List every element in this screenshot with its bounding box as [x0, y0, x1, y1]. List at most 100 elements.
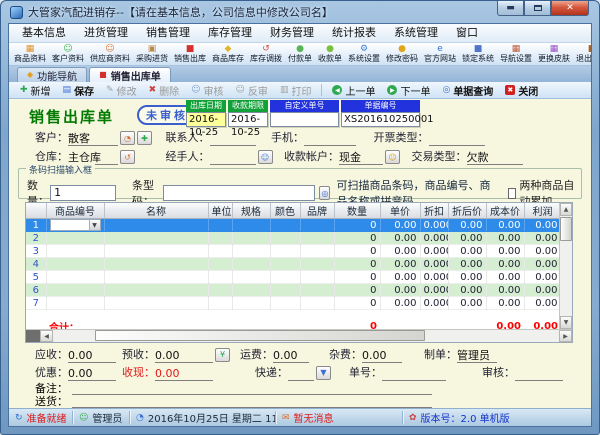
remark-input[interactable] [72, 383, 432, 395]
grid-cell[interactable]: 0.00 [486, 257, 525, 271]
close-button[interactable]: ✕ [551, 1, 589, 16]
toolbar-button[interactable]: ☺ 客户资料 [49, 43, 87, 65]
grid-cell[interactable] [104, 218, 209, 232]
grid-cell[interactable]: 0.00 [448, 218, 487, 232]
grid-cell[interactable] [46, 283, 105, 297]
grid-cell[interactable] [208, 218, 233, 232]
grid-cell[interactable]: ▼ [46, 218, 105, 232]
grid-cell[interactable]: 3 [26, 244, 47, 258]
customer-input[interactable]: 散客 [68, 131, 118, 146]
menu-item[interactable]: 财务管理 [261, 24, 323, 42]
scroll-right-icon[interactable]: ▶ [559, 330, 572, 342]
toolbar-button[interactable]: ◧退出系统 [573, 43, 591, 65]
grid-cell[interactable] [104, 283, 209, 297]
toolbar-button[interactable]: ▦ 更换皮肤 [535, 43, 573, 65]
grid-cell[interactable]: 0.00 [524, 257, 562, 271]
grid-header-cell[interactable]: 单位 [208, 203, 233, 219]
grid-cell[interactable]: 0.000 [420, 231, 449, 245]
doc-toolbar-button[interactable]: ▶ 下一单 [381, 83, 436, 98]
grid-cell[interactable] [46, 231, 105, 245]
hscroll-thumb[interactable] [95, 330, 425, 341]
doc-toolbar-button[interactable]: ✚ 新增 [14, 83, 57, 98]
grid-cell[interactable]: 0.00 [448, 244, 487, 258]
grid-cell[interactable] [270, 218, 301, 232]
grid-cell[interactable] [104, 231, 209, 245]
grid-cell[interactable]: 1 [26, 218, 47, 232]
grid-cell[interactable]: 0.00 [380, 270, 421, 284]
grid-cell[interactable] [270, 283, 301, 297]
grid-cell[interactable]: 0.00 [486, 270, 525, 284]
grid-cell[interactable] [232, 257, 271, 271]
toolbar-button[interactable]: ● 修改密码 [383, 43, 421, 65]
grid-cell[interactable]: 0.00 [524, 296, 562, 310]
table-row[interactable]: 500.000.0000.000.000.00 [26, 270, 562, 284]
grid-header-cell[interactable]: 商品编号 [46, 203, 105, 219]
grid-cell[interactable]: 0.00 [486, 296, 525, 310]
grid-cell[interactable]: 0.00 [448, 270, 487, 284]
grid-cell[interactable]: 0.000 [420, 296, 449, 310]
menu-item[interactable]: 基本信息 [13, 24, 75, 42]
summary-field-input[interactable] [515, 366, 563, 381]
doc-toolbar-button[interactable]: ▥ 打印 [274, 83, 318, 98]
toolbar-button[interactable]: ☺ 供应商资料 [87, 43, 133, 65]
header-field-input[interactable] [270, 112, 339, 127]
grid-cell[interactable]: 0.000 [420, 218, 449, 232]
grid-header-cell[interactable]: 利润 [524, 203, 562, 219]
grid-header-cell[interactable]: 名称 [104, 203, 209, 219]
product-code-combo[interactable]: ▼ [49, 219, 101, 231]
grid-cell[interactable] [208, 257, 233, 271]
grid-cell[interactable] [46, 257, 105, 271]
maximize-button[interactable] [524, 1, 551, 16]
grid-cell[interactable]: 0.00 [524, 231, 562, 245]
grid-cell[interactable] [270, 257, 301, 271]
grid-cell[interactable] [46, 244, 105, 258]
trade-type-input[interactable]: 欠款 [466, 150, 523, 165]
grid-cell[interactable]: 0.00 [524, 244, 562, 258]
qty-input[interactable]: 1 [50, 185, 116, 201]
barcode-input[interactable] [162, 185, 316, 201]
grid-cell[interactable] [300, 270, 335, 284]
grid-cell[interactable] [208, 231, 233, 245]
summary-field-input[interactable]: 0.00 [273, 348, 309, 363]
grid-cell[interactable]: 0.00 [448, 283, 487, 297]
grid-cell[interactable] [300, 218, 335, 232]
grid-cell[interactable]: 7 [26, 296, 47, 310]
table-row[interactable]: 400.000.0000.000.000.00 [26, 257, 562, 271]
grid-cell[interactable] [300, 257, 335, 271]
toolbar-button[interactable]: ● 付款单 [285, 43, 315, 65]
grid-cell[interactable]: 0.00 [486, 244, 525, 258]
grid-header-cell[interactable]: 颜色 [270, 203, 301, 219]
toolbar-button[interactable]: ■ 销售出库 [171, 43, 209, 65]
toolbar-button[interactable]: ▦ 导航设置 [497, 43, 535, 65]
header-field-input[interactable]: XS201610250001 [341, 112, 434, 127]
summary-field-input[interactable]: 0.00 [155, 348, 213, 363]
grid-cell[interactable]: 0 [334, 231, 381, 245]
grid-cell[interactable]: 0.00 [380, 296, 421, 310]
grid-cell[interactable] [104, 244, 209, 258]
menu-item[interactable]: 系统管理 [385, 24, 447, 42]
grid-cell[interactable]: 0 [334, 244, 381, 258]
grid-cell[interactable]: 0 [334, 270, 381, 284]
summary-field-input[interactable]: 0.00 [68, 366, 116, 381]
doc-toolbar-button[interactable]: ☺ 反审 [230, 83, 274, 98]
handler-lookup-button[interactable]: ☺ [257, 150, 273, 164]
summary-field-input[interactable] [288, 366, 314, 381]
delivery-input[interactable] [72, 396, 432, 408]
grid-cell[interactable]: 0.000 [420, 283, 449, 297]
grid-cell[interactable]: 0.00 [380, 244, 421, 258]
grid-header-cell[interactable]: 折扣 [420, 203, 449, 219]
table-row[interactable]: 600.000.0000.000.000.00 [26, 283, 562, 297]
tab-nav[interactable]: ◆ 功能导航 [17, 67, 88, 83]
grid-cell[interactable]: 0.00 [524, 218, 562, 232]
grid-cell[interactable] [232, 244, 271, 258]
summary-field-input[interactable]: 管理员 [457, 348, 497, 363]
combo-arrow-icon[interactable]: ▼ [88, 220, 100, 230]
summary-field-input[interactable]: 0.00 [155, 366, 213, 381]
minimize-button[interactable]: ▬ [497, 1, 524, 16]
doc-toolbar-button[interactable]: ✖ 删除 [143, 83, 186, 98]
grid-cell[interactable] [232, 283, 271, 297]
grid-cell[interactable] [270, 244, 301, 258]
table-row[interactable]: 700.000.0000.000.000.00 [26, 296, 562, 310]
deposit-button[interactable]: ¥ [215, 348, 230, 362]
doc-toolbar-button[interactable]: ✎ 修改 [100, 83, 143, 98]
